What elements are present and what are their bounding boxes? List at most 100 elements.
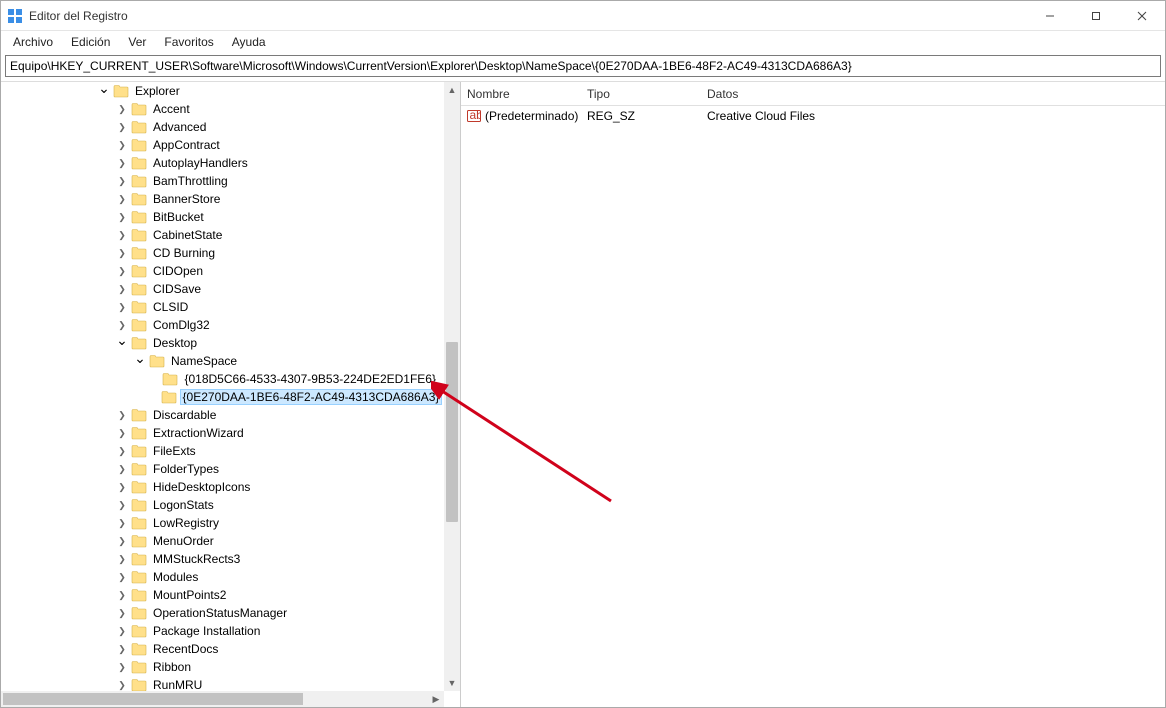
tree-node-label: MMStuckRects3 (151, 552, 242, 566)
tree-node[interactable]: ❯ LogonStats (1, 496, 444, 514)
tree-node[interactable]: ❯ CD Burning (1, 244, 444, 262)
tree-node[interactable]: ❯ BannerStore (1, 190, 444, 208)
tree-node[interactable]: ❯ OperationStatusManager (1, 604, 444, 622)
expand-toggle-icon[interactable]: ❯ (115, 284, 129, 295)
scroll-thumb-vertical[interactable] (446, 342, 458, 522)
scroll-up-icon[interactable]: ▲ (444, 82, 460, 98)
window-controls (1027, 1, 1165, 30)
expand-toggle-icon[interactable]: ❯ (115, 626, 129, 637)
minimize-button[interactable] (1027, 1, 1073, 30)
tree-node[interactable]: ❯ MMStuckRects3 (1, 550, 444, 568)
tree-node[interactable]: ❯ BitBucket (1, 208, 444, 226)
expand-toggle-icon[interactable]: ❯ (115, 320, 129, 331)
tree-node-label: BitBucket (151, 210, 206, 224)
expand-toggle-icon[interactable]: ❯ (115, 410, 129, 421)
address-input[interactable] (10, 59, 1156, 73)
tree-node[interactable]: ❯ AutoplayHandlers (1, 154, 444, 172)
expand-toggle-icon[interactable]: ❯ (115, 608, 129, 619)
expand-toggle-icon[interactable]: ❯ (115, 230, 129, 241)
menu-bar: Archivo Edición Ver Favoritos Ayuda (1, 31, 1165, 53)
tree-node[interactable]: ❯ LowRegistry (1, 514, 444, 532)
tree-node[interactable]: ⌄ Desktop (1, 334, 444, 352)
tree-node[interactable]: ❯ Ribbon (1, 658, 444, 676)
expand-toggle-icon[interactable]: ❯ (151, 374, 160, 385)
tree-node-label: RecentDocs (151, 642, 220, 656)
tree-node[interactable]: ❯ Package Installation (1, 622, 444, 640)
tree-node[interactable]: ❯ Discardable (1, 406, 444, 424)
expand-toggle-icon[interactable]: ❯ (115, 266, 129, 277)
expand-toggle-icon[interactable]: ❯ (115, 158, 129, 169)
tree-node[interactable]: ❯ MenuOrder (1, 532, 444, 550)
expand-toggle-icon[interactable]: ⌄ (97, 82, 111, 97)
expand-toggle-icon[interactable]: ❯ (115, 302, 129, 313)
tree-node[interactable]: ❯ Advanced (1, 118, 444, 136)
app-icon (7, 8, 23, 24)
tree-node[interactable]: ❯ CabinetState (1, 226, 444, 244)
tree-node-label: Discardable (151, 408, 218, 422)
expand-toggle-icon[interactable]: ❯ (115, 644, 129, 655)
tree-node[interactable]: ❯ ComDlg32 (1, 316, 444, 334)
tree-node[interactable]: ❯ Modules (1, 568, 444, 586)
expand-toggle-icon[interactable]: ❯ (115, 122, 129, 133)
menu-ayuda[interactable]: Ayuda (224, 33, 274, 51)
menu-ver[interactable]: Ver (120, 33, 154, 51)
tree-node-label: CD Burning (151, 246, 217, 260)
tree-node[interactable]: ❯ MountPoints2 (1, 586, 444, 604)
tree-node[interactable]: ❯ HideDesktopIcons (1, 478, 444, 496)
tree-node[interactable]: ❯ FileExts (1, 442, 444, 460)
col-nombre[interactable]: Nombre (461, 82, 581, 105)
menu-edicion[interactable]: Edición (63, 33, 118, 51)
expand-toggle-icon[interactable]: ❯ (115, 212, 129, 223)
tree-node[interactable]: ❯ {018D5C66-4533-4307-9B53-224DE2ED1FE6} (1, 370, 444, 388)
expand-toggle-icon[interactable]: ❯ (115, 464, 129, 475)
expand-toggle-icon[interactable]: ❯ (115, 248, 129, 259)
tree-node[interactable]: ❯ {0E270DAA-1BE6-48F2-AC49-4313CDA686A3} (1, 388, 444, 406)
col-tipo[interactable]: Tipo (581, 82, 701, 105)
tree-node-label: RunMRU (151, 678, 204, 692)
menu-archivo[interactable]: Archivo (5, 33, 61, 51)
expand-toggle-icon[interactable]: ❯ (115, 518, 129, 529)
expand-toggle-icon[interactable]: ❯ (151, 392, 159, 403)
tree-node-label: FileExts (151, 444, 198, 458)
tree-node[interactable]: ❯ RecentDocs (1, 640, 444, 658)
expand-toggle-icon[interactable]: ⌄ (115, 332, 129, 349)
tree-node[interactable]: ❯ ExtractionWizard (1, 424, 444, 442)
col-datos[interactable]: Datos (701, 82, 1165, 105)
expand-toggle-icon[interactable]: ❯ (115, 194, 129, 205)
expand-toggle-icon[interactable]: ❯ (115, 572, 129, 583)
expand-toggle-icon[interactable]: ❯ (115, 482, 129, 493)
expand-toggle-icon[interactable]: ❯ (115, 554, 129, 565)
expand-toggle-icon[interactable]: ❯ (115, 446, 129, 457)
expand-toggle-icon[interactable]: ❯ (115, 536, 129, 547)
scroll-down-icon[interactable]: ▼ (444, 675, 460, 691)
tree-node[interactable]: ❯ CIDOpen (1, 262, 444, 280)
tree-node[interactable]: ❯ Accent (1, 100, 444, 118)
address-bar[interactable] (5, 55, 1161, 77)
expand-toggle-icon[interactable]: ❯ (115, 590, 129, 601)
tree-node[interactable]: ❯ CLSID (1, 298, 444, 316)
expand-toggle-icon[interactable]: ❯ (115, 176, 129, 187)
tree-node[interactable]: ❯ AppContract (1, 136, 444, 154)
tree-node[interactable]: ❯ CIDSave (1, 280, 444, 298)
tree-node[interactable]: ⌄ Explorer (1, 82, 444, 100)
value-row[interactable]: ab (Predeterminado) REG_SZ Creative Clou… (461, 106, 1165, 126)
expand-toggle-icon[interactable]: ⌄ (133, 350, 147, 367)
tree-node[interactable]: ❯ FolderTypes (1, 460, 444, 478)
expand-toggle-icon[interactable]: ❯ (115, 500, 129, 511)
tree-view[interactable]: ⌄ Explorer ❯ Accent ❯ Advanced ❯ AppCont… (1, 82, 444, 707)
close-button[interactable] (1119, 1, 1165, 30)
expand-toggle-icon[interactable]: ❯ (115, 140, 129, 151)
tree-vertical-scrollbar[interactable]: ▲ ▼ (444, 82, 460, 691)
tree-node[interactable]: ❯ BamThrottling (1, 172, 444, 190)
scroll-thumb-horizontal[interactable] (3, 693, 303, 705)
menu-favoritos[interactable]: Favoritos (156, 33, 221, 51)
maximize-button[interactable] (1073, 1, 1119, 30)
expand-toggle-icon[interactable]: ❯ (115, 680, 129, 691)
tree-horizontal-scrollbar[interactable]: ◀ ▶ (1, 691, 444, 707)
expand-toggle-icon[interactable]: ❯ (115, 104, 129, 115)
scroll-right-icon[interactable]: ▶ (428, 691, 444, 707)
expand-toggle-icon[interactable]: ❯ (115, 428, 129, 439)
expand-toggle-icon[interactable]: ❯ (115, 662, 129, 673)
tree-node[interactable]: ⌄ NameSpace (1, 352, 444, 370)
tree-node-label: BamThrottling (151, 174, 230, 188)
